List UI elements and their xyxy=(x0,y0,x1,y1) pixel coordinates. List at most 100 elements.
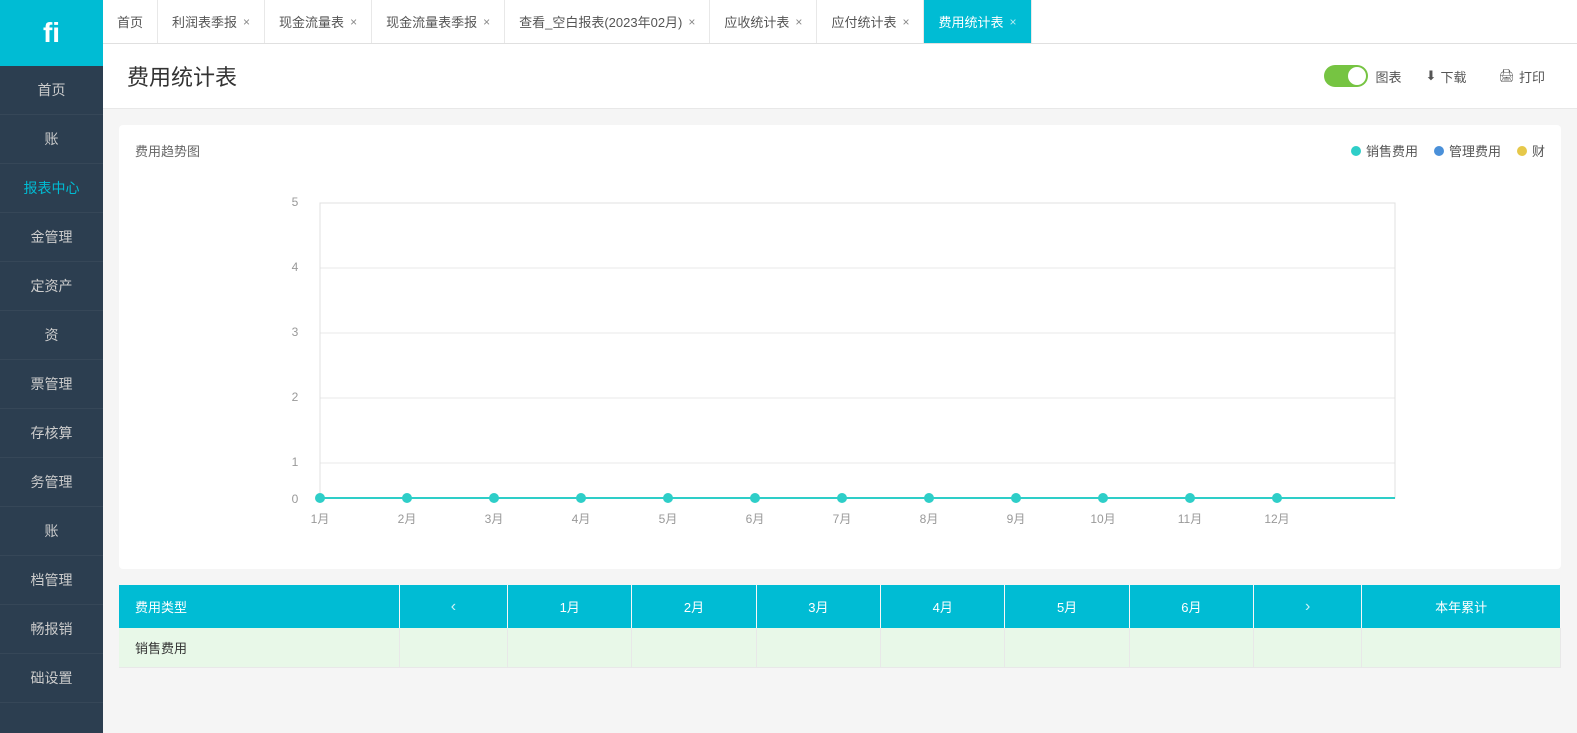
cell-sales-m6 xyxy=(1129,628,1253,668)
svg-text:11月: 11月 xyxy=(1178,512,1202,526)
svg-text:8月: 8月 xyxy=(920,512,939,526)
chart-title: 费用趋势图 xyxy=(135,141,200,160)
svg-text:7月: 7月 xyxy=(833,512,852,526)
legend-admin-dot xyxy=(1434,146,1444,156)
line-chart: 5 4 3 2 1 0 xyxy=(135,168,1545,548)
legend-sales-dot xyxy=(1351,146,1361,156)
sidebar-item-settings[interactable]: 础设置 xyxy=(0,654,103,703)
cell-sales-m4 xyxy=(881,628,1005,668)
col-month-6: 6月 xyxy=(1129,585,1253,628)
close-tab-cashflow[interactable]: × xyxy=(350,15,357,29)
svg-text:3: 3 xyxy=(292,325,299,339)
table-header-row: 费用类型 ‹ 1月 2月 3月 4月 5月 6月 › xyxy=(119,585,1561,628)
chart-header: 费用趋势图 销售费用 管理费用 财 xyxy=(135,141,1545,160)
svg-text:12月: 12月 xyxy=(1264,512,1289,526)
cell-type-sales: 销售费用 xyxy=(119,628,399,668)
tab-expense-stats[interactable]: 费用统计表 × xyxy=(924,0,1031,43)
svg-text:2: 2 xyxy=(292,390,299,404)
close-tab-expense-stats[interactable]: × xyxy=(1009,15,1016,29)
sidebar-item-invoice[interactable]: 票管理 xyxy=(0,360,103,409)
svg-text:4月: 4月 xyxy=(572,512,591,526)
sidebar-item-account[interactable]: 账 xyxy=(0,115,103,164)
close-tab-cashflow-quarterly[interactable]: × xyxy=(483,15,490,29)
chart-section: 费用趋势图 销售费用 管理费用 财 xyxy=(119,125,1561,569)
col-annual: 本年累计 xyxy=(1362,585,1561,628)
cell-sales-spacer2 xyxy=(1254,628,1362,668)
legend-sales: 销售费用 xyxy=(1351,141,1418,160)
svg-text:1月: 1月 xyxy=(311,512,330,526)
close-tab-profit-quarterly[interactable]: × xyxy=(243,15,250,29)
tab-receivable[interactable]: 应收统计表 × xyxy=(710,0,817,43)
cell-sales-m2 xyxy=(632,628,756,668)
sidebar-item-expense[interactable]: 畅报销 xyxy=(0,605,103,654)
cell-sales-m5 xyxy=(1005,628,1129,668)
close-tab-blank-report[interactable]: × xyxy=(688,15,695,29)
content-area: 费用统计表 图表 ⬇ 下载 🖨 打印 费用趋势图 xyxy=(103,44,1577,733)
next-arrow-icon[interactable]: › xyxy=(1301,598,1314,615)
table-section: 费用类型 ‹ 1月 2月 3月 4月 5月 6月 › xyxy=(119,585,1561,668)
col-next[interactable]: › xyxy=(1254,585,1362,628)
col-prev[interactable]: ‹ xyxy=(399,585,507,628)
tab-bar: 首页 利润表季报 × 现金流量表 × 现金流量表季报 × 查看_空白报表(202… xyxy=(103,0,1577,44)
col-type: 费用类型 xyxy=(119,585,399,628)
svg-text:9月: 9月 xyxy=(1007,512,1026,526)
prev-arrow-icon[interactable]: ‹ xyxy=(447,598,460,615)
sidebar-item-service[interactable]: 务管理 xyxy=(0,458,103,507)
sidebar-item-capital[interactable]: 资 xyxy=(0,311,103,360)
cell-sales-annual xyxy=(1362,628,1561,668)
tab-home[interactable]: 首页 xyxy=(103,0,158,43)
sidebar-item-inventory[interactable]: 存核算 xyxy=(0,409,103,458)
tab-payable[interactable]: 应付统计表 × xyxy=(817,0,924,43)
sidebar: fi 首页 账 报表中心 金管理 定资产 资 票管理 存核算 务管理 账 档管理… xyxy=(0,0,103,733)
data-table: 费用类型 ‹ 1月 2月 3月 4月 5月 6月 › xyxy=(119,585,1561,668)
print-button[interactable]: 🖨 打印 xyxy=(1490,63,1553,90)
svg-text:1: 1 xyxy=(292,455,299,469)
svg-text:0: 0 xyxy=(292,492,299,506)
chart-toggle-container: 图表 xyxy=(1324,65,1402,87)
download-icon: ⬇ xyxy=(1426,68,1437,84)
col-month-1: 1月 xyxy=(508,585,632,628)
col-month-3: 3月 xyxy=(756,585,880,628)
chart-toggle[interactable] xyxy=(1324,65,1368,87)
svg-text:4: 4 xyxy=(292,260,299,274)
svg-text:10月: 10月 xyxy=(1090,512,1115,526)
sidebar-item-assets[interactable]: 定资产 xyxy=(0,262,103,311)
svg-text:5: 5 xyxy=(292,195,299,209)
tab-blank-report[interactable]: 查看_空白报表(2023年02月) × xyxy=(505,0,710,43)
tab-cashflow[interactable]: 现金流量表 × xyxy=(265,0,372,43)
download-button[interactable]: ⬇ 下载 xyxy=(1418,63,1475,90)
sidebar-item-reports[interactable]: 报表中心 xyxy=(0,164,103,213)
col-month-5: 5月 xyxy=(1005,585,1129,628)
sidebar-logo: fi xyxy=(0,0,103,66)
sidebar-item-ledger[interactable]: 账 xyxy=(0,507,103,556)
legend-finance-dot xyxy=(1517,146,1527,156)
svg-text:3月: 3月 xyxy=(485,512,504,526)
legend-sales-label: 销售费用 xyxy=(1366,141,1418,160)
chart-legend: 销售费用 管理费用 财 xyxy=(1351,141,1545,160)
col-month-4: 4月 xyxy=(881,585,1005,628)
main-area: 首页 利润表季报 × 现金流量表 × 现金流量表季报 × 查看_空白报表(202… xyxy=(103,0,1577,733)
sidebar-item-archive[interactable]: 档管理 xyxy=(0,556,103,605)
chart-wrapper: 5 4 3 2 1 0 xyxy=(135,168,1545,553)
tab-cashflow-quarterly[interactable]: 现金流量表季报 × xyxy=(372,0,505,43)
close-tab-payable[interactable]: × xyxy=(902,15,909,29)
header-actions: 图表 ⬇ 下载 🖨 打印 xyxy=(1324,63,1553,90)
cell-sales-m1 xyxy=(508,628,632,668)
cell-sales-spacer xyxy=(399,628,507,668)
legend-finance-label: 财 xyxy=(1532,141,1545,160)
cell-sales-m3 xyxy=(756,628,880,668)
sidebar-item-home[interactable]: 首页 xyxy=(0,66,103,115)
tab-profit-quarterly[interactable]: 利润表季报 × xyxy=(158,0,265,43)
svg-text:5月: 5月 xyxy=(659,512,678,526)
close-tab-receivable[interactable]: × xyxy=(795,15,802,29)
page-header: 费用统计表 图表 ⬇ 下载 🖨 打印 xyxy=(103,44,1577,109)
print-icon: 🖨 xyxy=(1498,68,1515,84)
table-row-sales: 销售费用 xyxy=(119,628,1561,668)
svg-text:6月: 6月 xyxy=(746,512,765,526)
svg-text:2月: 2月 xyxy=(398,512,417,526)
legend-admin-label: 管理费用 xyxy=(1449,141,1501,160)
chart-toggle-label: 图表 xyxy=(1376,67,1402,86)
page-title: 费用统计表 xyxy=(127,60,237,92)
col-month-2: 2月 xyxy=(632,585,756,628)
sidebar-item-finance[interactable]: 金管理 xyxy=(0,213,103,262)
